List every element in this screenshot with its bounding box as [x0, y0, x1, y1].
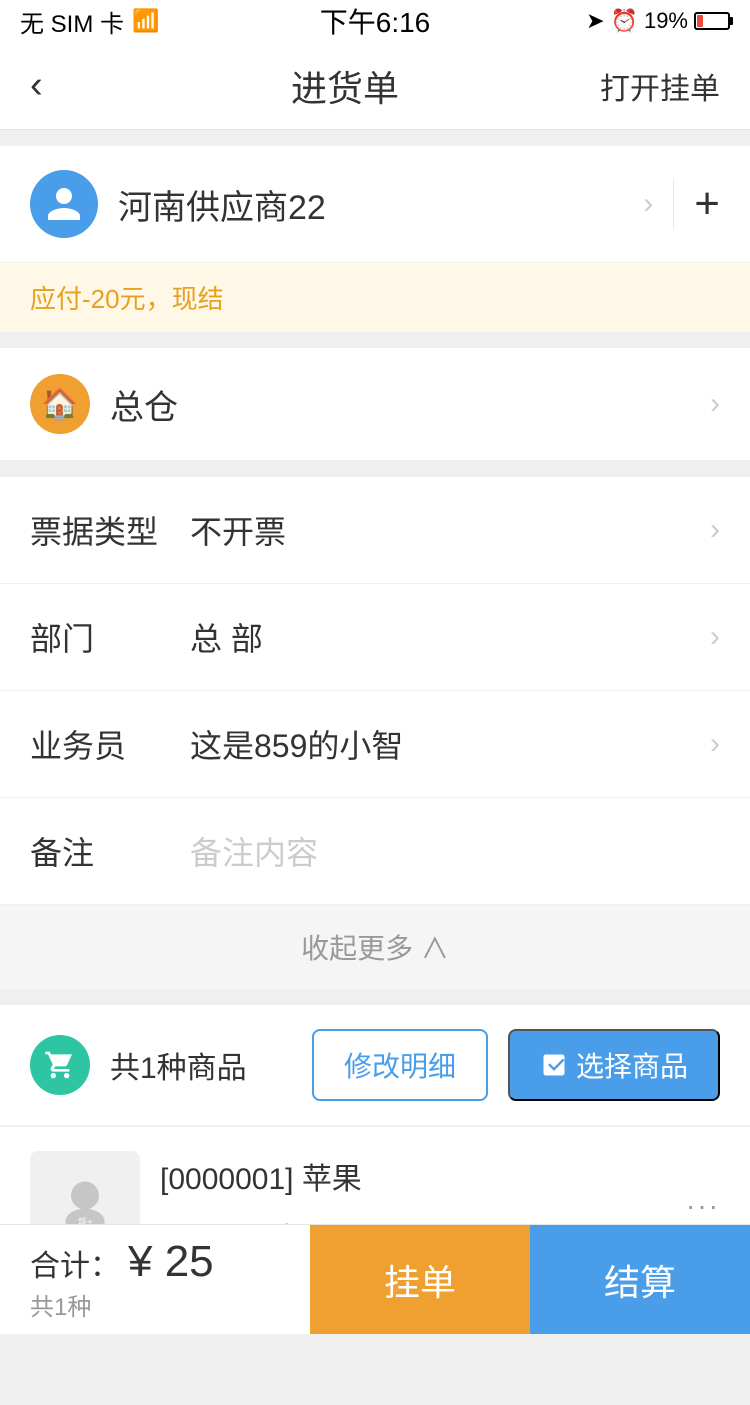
total-area: 合计： ¥ 25 共1种	[0, 1225, 310, 1334]
product-name: [0000001] 苹果	[160, 1154, 666, 1198]
supplier-section: 河南供应商22 › + 应付-20元，现结	[0, 146, 750, 332]
collapse-label: 收起更多 ∧	[301, 927, 449, 967]
more-options-button[interactable]: ···	[686, 1190, 720, 1222]
salesperson-row[interactable]: 业务员 这是859的小智 ›	[0, 691, 750, 798]
battery-icon	[694, 12, 730, 30]
status-time: 下午6:16	[320, 1, 431, 41]
warehouse-section: 🏠 总仓 ›	[0, 348, 750, 461]
department-label: 部门	[30, 614, 170, 660]
total-prefix: 合计：	[30, 1241, 120, 1285]
select-product-button[interactable]: 选择商品	[508, 1029, 720, 1101]
warehouse-name: 总仓	[110, 380, 710, 429]
supplier-chevron-icon: ›	[643, 187, 653, 221]
collapse-bar[interactable]: 收起更多 ∧	[0, 905, 750, 989]
total-amount: ¥ 25	[128, 1237, 214, 1287]
back-button[interactable]: ‹	[30, 64, 90, 107]
product-count-label: 共1种商品	[110, 1043, 292, 1087]
select-product-icon	[540, 1051, 568, 1079]
supplier-avatar	[30, 170, 98, 238]
settle-button[interactable]: 结算	[530, 1225, 750, 1334]
carrier-label: 无 SIM 卡	[20, 4, 124, 39]
total-label-row: 合计： ¥ 25	[30, 1237, 280, 1287]
status-right: ➤ ⏰ 19%	[586, 8, 730, 34]
alarm-icon: ⏰	[611, 8, 638, 34]
divider	[673, 179, 674, 229]
warehouse-chevron-icon: ›	[710, 387, 720, 421]
person-icon	[44, 184, 84, 224]
department-value: 总 部	[170, 614, 710, 660]
status-left: 无 SIM 卡 📶	[20, 4, 159, 39]
cart-icon	[44, 1049, 76, 1081]
remark-input[interactable]: 备注内容	[170, 828, 720, 874]
total-sub-label: 共1种	[30, 1287, 280, 1322]
page-title: 进货单	[291, 60, 399, 112]
salesperson-label: 业务员	[30, 721, 170, 767]
department-row[interactable]: 部门 总 部 ›	[0, 584, 750, 691]
open-hang-button[interactable]: 打开挂单	[600, 64, 720, 108]
product-icon	[30, 1035, 90, 1095]
ticket-type-chevron-icon: ›	[710, 513, 720, 547]
select-product-label: 选择商品	[576, 1045, 688, 1085]
supplier-row[interactable]: 河南供应商22 › +	[0, 146, 750, 263]
department-chevron-icon: ›	[710, 620, 720, 654]
salesperson-chevron-icon: ›	[710, 727, 720, 761]
ticket-type-row[interactable]: 票据类型 不开票 ›	[0, 477, 750, 584]
ticket-type-value: 不开票	[170, 507, 710, 553]
ticket-type-label: 票据类型	[30, 507, 170, 553]
supplier-name: 河南供应商22	[118, 180, 643, 229]
remark-row[interactable]: 备注 备注内容	[0, 798, 750, 905]
form-section: 票据类型 不开票 › 部门 总 部 › 业务员 这是859的小智 › 备注 备注…	[0, 477, 750, 905]
warehouse-icon: 🏠	[30, 374, 90, 434]
warehouse-row[interactable]: 🏠 总仓 ›	[0, 348, 750, 461]
hang-button[interactable]: 挂单	[310, 1225, 530, 1334]
remark-label: 备注	[30, 828, 170, 874]
wifi-icon: 📶	[132, 8, 159, 34]
add-supplier-button[interactable]: +	[694, 182, 720, 226]
edit-detail-button[interactable]: 修改明细	[312, 1029, 488, 1101]
status-bar: 无 SIM 卡 📶 下午6:16 ➤ ⏰ 19%	[0, 0, 750, 42]
notice-bar: 应付-20元，现结	[0, 263, 750, 332]
location-icon: ➤	[586, 8, 604, 34]
nav-bar: ‹ 进货单 打开挂单	[0, 42, 750, 130]
product-header: 共1种商品 修改明细 选择商品	[0, 1005, 750, 1125]
salesperson-value: 这是859的小智	[170, 721, 710, 767]
bottom-bar: 合计： ¥ 25 共1种 挂单 结算	[0, 1224, 750, 1334]
battery-percent: 19%	[644, 8, 688, 34]
